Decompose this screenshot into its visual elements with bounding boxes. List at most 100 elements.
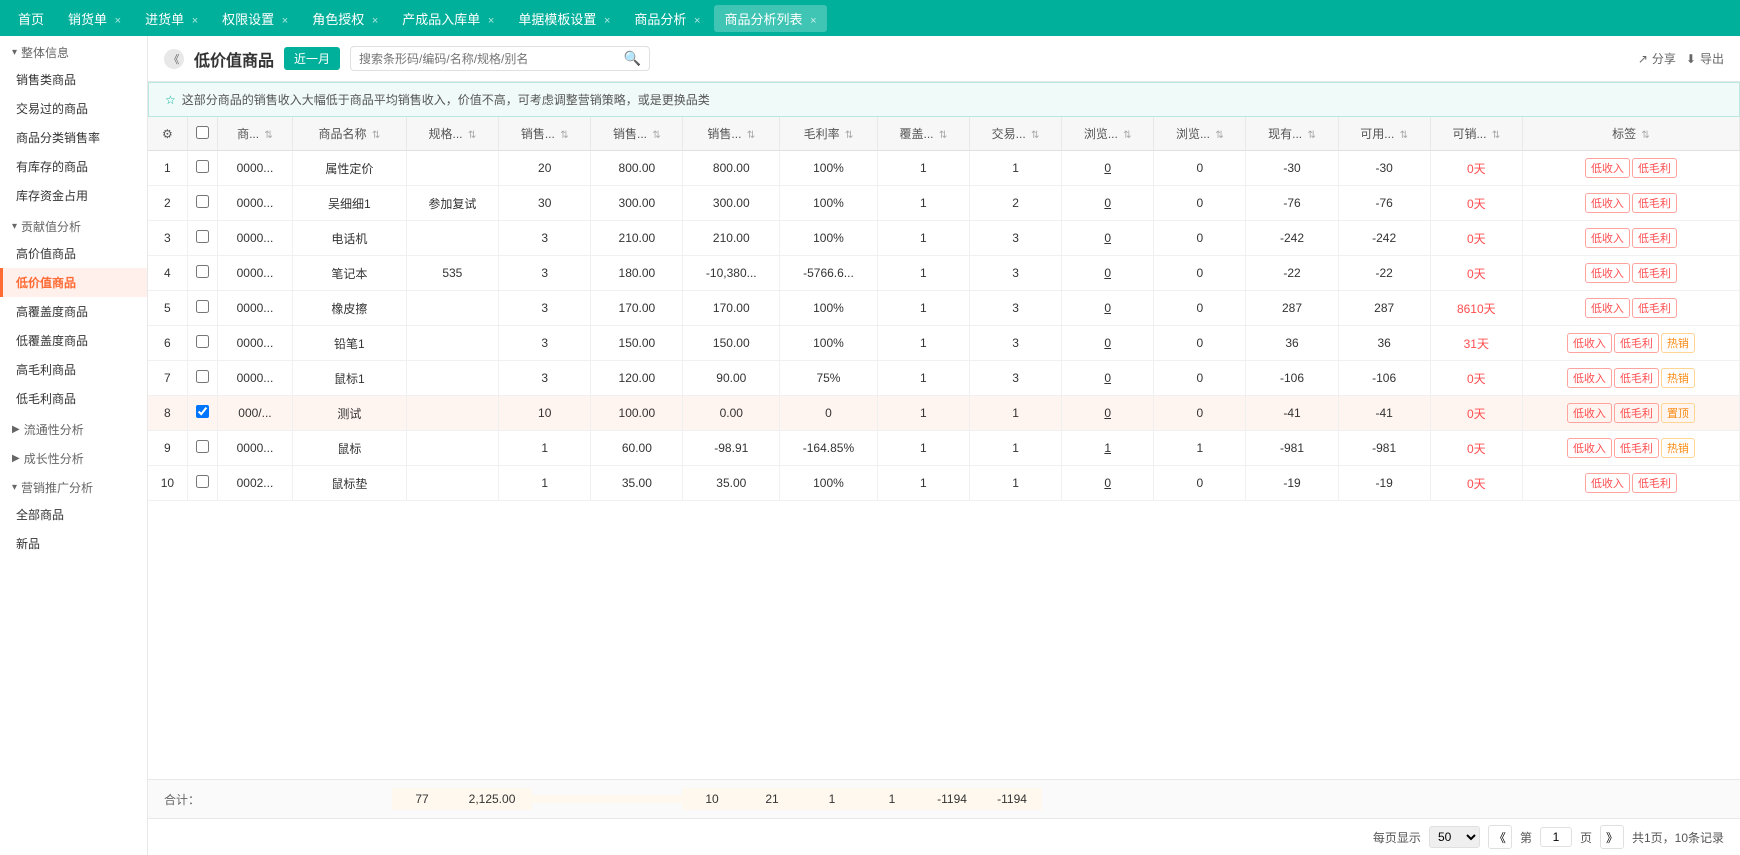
sidebar-item-sales-products[interactable]: 销售类商品 [0, 65, 147, 94]
sidebar-item-low-margin[interactable]: 低毛利商品 [0, 384, 147, 413]
row-checkbox[interactable] [196, 160, 209, 173]
sidebar-group-contribution[interactable]: ▾ 贡献值分析 [0, 210, 147, 239]
row-checkbox[interactable] [196, 370, 209, 383]
cell-checkbox[interactable] [187, 221, 217, 256]
search-icon[interactable]: 🔍 [624, 50, 641, 67]
search-input[interactable] [359, 52, 624, 66]
row-checkbox[interactable] [196, 265, 209, 278]
view-link[interactable]: 1 [1104, 441, 1111, 455]
collapse-sidebar-button[interactable]: 《 [164, 49, 184, 69]
nav-templates[interactable]: 单据模板设置 × [508, 5, 620, 32]
cell-checkbox[interactable] [187, 151, 217, 186]
col-margin[interactable]: 毛利率 ⇅ [780, 117, 878, 151]
cell-checkbox[interactable] [187, 431, 217, 466]
col-name[interactable]: 商品名称 ⇅ [293, 117, 406, 151]
close-purchase-icon[interactable]: × [192, 15, 198, 27]
close-sales-icon[interactable]: × [115, 15, 121, 27]
sidebar-group-marketing[interactable]: ▾ 营销推广分析 [0, 471, 147, 500]
cell-checkbox[interactable] [187, 396, 217, 431]
row-checkbox[interactable] [196, 195, 209, 208]
cell-view1[interactable]: 1 [1062, 431, 1154, 466]
sidebar-item-low-coverage[interactable]: 低覆盖度商品 [0, 326, 147, 355]
col-available[interactable]: 可用... ⇅ [1338, 117, 1430, 151]
cell-view1[interactable]: 0 [1062, 361, 1154, 396]
nav-home[interactable]: 首页 [8, 5, 54, 32]
row-checkbox[interactable] [196, 335, 209, 348]
view-link[interactable]: 0 [1104, 406, 1111, 420]
page-size-select[interactable]: 50 100 200 [1429, 826, 1480, 848]
col-sales-qty[interactable]: 销售... ⇅ [499, 117, 591, 151]
sidebar-item-stock[interactable]: 有库存的商品 [0, 152, 147, 181]
select-all-checkbox[interactable] [196, 126, 209, 139]
close-analysis-list-icon[interactable]: × [810, 15, 816, 27]
view-link[interactable]: 0 [1104, 231, 1111, 245]
nav-products[interactable]: 产成品入库单 × [392, 5, 504, 32]
view-link[interactable]: 0 [1104, 266, 1111, 280]
row-checkbox[interactable] [196, 405, 209, 418]
sidebar-group-growth[interactable]: ▶ 成长性分析 [0, 442, 147, 471]
col-current[interactable]: 现有... ⇅ [1246, 117, 1338, 151]
cell-view1[interactable]: 0 [1062, 466, 1154, 501]
col-coverage[interactable]: 覆盖... ⇅ [877, 117, 969, 151]
col-salable[interactable]: 可销... ⇅ [1430, 117, 1522, 151]
sidebar-item-category-sales[interactable]: 商品分类销售率 [0, 123, 147, 152]
view-link[interactable]: 0 [1104, 301, 1111, 315]
cell-checkbox[interactable] [187, 466, 217, 501]
cell-checkbox[interactable] [187, 361, 217, 396]
col-checkbox[interactable] [187, 117, 217, 151]
cell-view1[interactable]: 0 [1062, 256, 1154, 291]
view-link[interactable]: 0 [1104, 161, 1111, 175]
sidebar-item-high-value[interactable]: 高价值商品 [0, 239, 147, 268]
cell-view1[interactable]: 0 [1062, 326, 1154, 361]
col-spec[interactable]: 规格... ⇅ [406, 117, 499, 151]
share-button[interactable]: ↗ 分享 [1638, 50, 1676, 67]
cell-checkbox[interactable] [187, 326, 217, 361]
nav-roles[interactable]: 角色授权 × [302, 5, 388, 32]
row-checkbox[interactable] [196, 440, 209, 453]
close-permissions-icon[interactable]: × [282, 15, 288, 27]
sidebar-item-low-value[interactable]: 低价值商品 [0, 268, 147, 297]
sidebar-item-traded[interactable]: 交易过的商品 [0, 94, 147, 123]
view-link[interactable]: 0 [1104, 476, 1111, 490]
first-page-button[interactable]: 《 [1488, 825, 1512, 849]
col-sales-price[interactable]: 销售... ⇅ [591, 117, 683, 151]
export-button[interactable]: ⬇ 导出 [1686, 50, 1724, 67]
nav-analysis[interactable]: 商品分析 × [624, 5, 710, 32]
col-view1[interactable]: 浏览... ⇅ [1062, 117, 1154, 151]
row-checkbox[interactable] [196, 475, 209, 488]
page-number-input[interactable] [1540, 827, 1572, 847]
cell-view1[interactable]: 0 [1062, 221, 1154, 256]
nav-sales[interactable]: 销货单 × [58, 5, 131, 32]
next-page-button[interactable]: 》 [1600, 825, 1624, 849]
sidebar-item-capital[interactable]: 库存资金占用 [0, 181, 147, 210]
filter-button[interactable]: 近一月 [284, 47, 340, 70]
view-link[interactable]: 0 [1104, 196, 1111, 210]
sidebar-item-high-margin[interactable]: 高毛利商品 [0, 355, 147, 384]
row-checkbox[interactable] [196, 300, 209, 313]
sidebar-item-high-coverage[interactable]: 高覆盖度商品 [0, 297, 147, 326]
sidebar-group-overall[interactable]: ▾ 整体信息 [0, 36, 147, 65]
sidebar-group-flow[interactable]: ▶ 流通性分析 [0, 413, 147, 442]
sidebar-item-all-products[interactable]: 全部商品 [0, 500, 147, 529]
cell-view1[interactable]: 0 [1062, 151, 1154, 186]
col-setting[interactable]: ⚙ [148, 117, 187, 151]
close-products-icon[interactable]: × [488, 15, 494, 27]
nav-purchase[interactable]: 进货单 × [135, 5, 208, 32]
col-trade[interactable]: 交易... ⇅ [969, 117, 1061, 151]
row-checkbox[interactable] [196, 230, 209, 243]
close-templates-icon[interactable]: × [604, 15, 610, 27]
nav-analysis-list[interactable]: 商品分析列表 × [714, 5, 826, 32]
cell-view1[interactable]: 0 [1062, 186, 1154, 221]
cell-checkbox[interactable] [187, 291, 217, 326]
col-tags[interactable]: 标签 ⇅ [1522, 117, 1739, 151]
col-sales-amount[interactable]: 销售... ⇅ [683, 117, 780, 151]
cell-checkbox[interactable] [187, 186, 217, 221]
view-link[interactable]: 0 [1104, 336, 1111, 350]
close-analysis-icon[interactable]: × [694, 15, 700, 27]
sidebar-item-new-products[interactable]: 新品 [0, 529, 147, 558]
cell-view1[interactable]: 0 [1062, 291, 1154, 326]
close-roles-icon[interactable]: × [372, 15, 378, 27]
cell-view1[interactable]: 0 [1062, 396, 1154, 431]
nav-permissions[interactable]: 权限设置 × [212, 5, 298, 32]
view-link[interactable]: 0 [1104, 371, 1111, 385]
